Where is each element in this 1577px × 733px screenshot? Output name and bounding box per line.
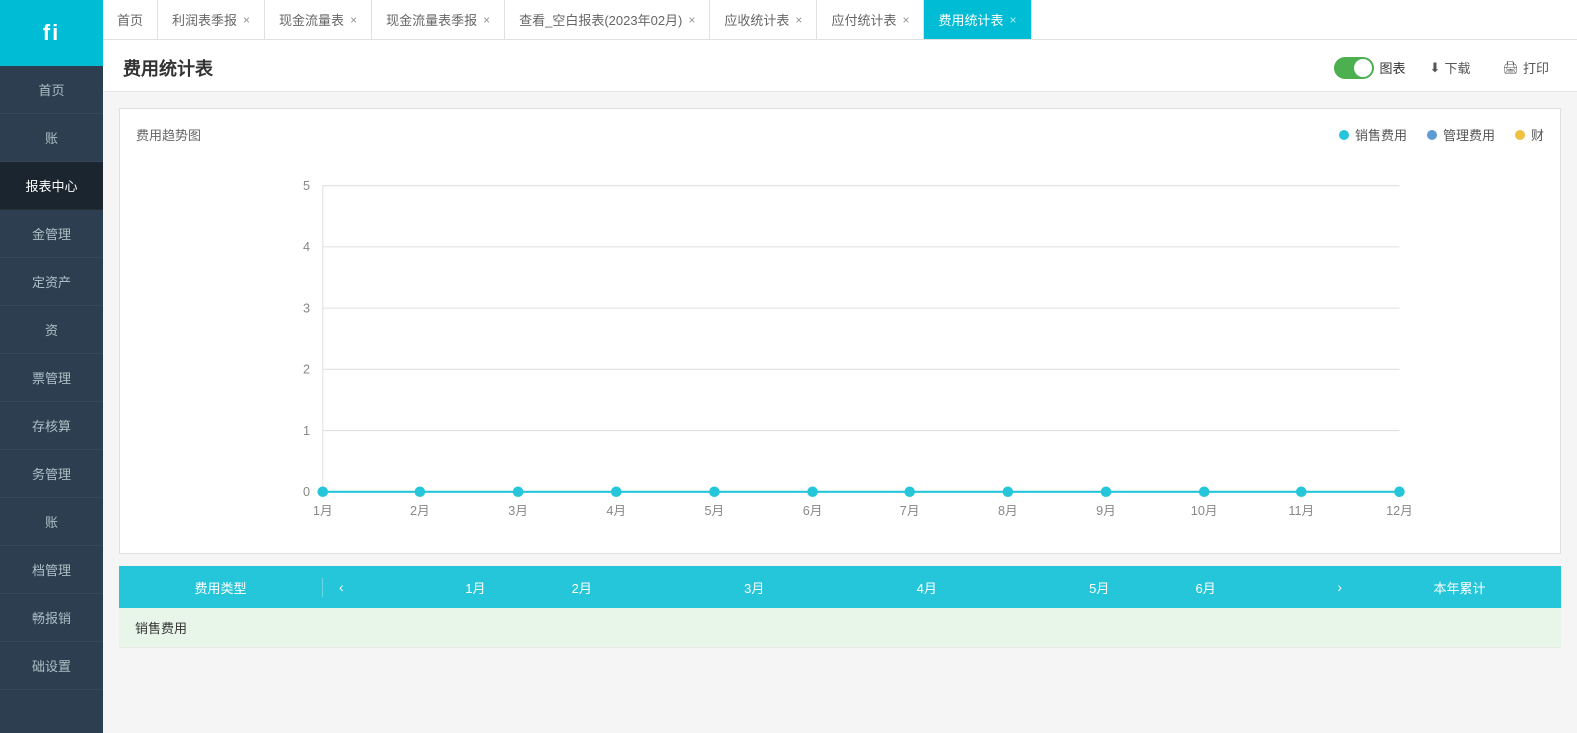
tab-close-receivable[interactable]: × (795, 13, 802, 27)
print-button[interactable]: 🖨 打印 (1494, 54, 1557, 81)
sidebar-item-home[interactable]: 首页 (0, 66, 103, 114)
sidebar-item-investment[interactable]: 资 (0, 306, 103, 354)
th-m1: ‹ 1月 (323, 578, 496, 597)
svg-text:3月: 3月 (508, 504, 528, 518)
svg-text:2: 2 (303, 363, 310, 377)
chart-toggle[interactable]: 图表 (1334, 57, 1406, 79)
content-area: 费用趋势图 销售费用 管理费用 财 (103, 92, 1577, 733)
tab-receivable[interactable]: 应收统计表 × (710, 0, 817, 40)
th-ytd: 本年累计 (1358, 578, 1561, 597)
sidebar: fi 首页 账 报表中心 金管理 定资产 资 票管理 存核算 务管理 账 档管理… (0, 0, 103, 733)
svg-text:7月: 7月 (900, 504, 920, 518)
sidebar-item-inventory[interactable]: 存核算 (0, 402, 103, 450)
sidebar-item-fixed-assets[interactable]: 定资产 (0, 258, 103, 306)
table-row: 销售费用 (119, 608, 1561, 648)
th-m5: 5月 (1013, 578, 1186, 597)
sidebar-item-service[interactable]: 务管理 (0, 450, 103, 498)
tab-close-payable[interactable]: × (902, 13, 909, 27)
legend-label-admin: 管理费用 (1443, 125, 1495, 144)
sidebar-item-fund[interactable]: 金管理 (0, 210, 103, 258)
svg-text:11月: 11月 (1288, 504, 1314, 518)
toggle-label: 图表 (1380, 58, 1406, 77)
tab-close-cashflow[interactable]: × (350, 13, 357, 27)
sidebar-item-reconcile[interactable]: 账 (0, 498, 103, 546)
svg-text:4: 4 (303, 240, 310, 254)
chart-header: 费用趋势图 销售费用 管理费用 财 (136, 125, 1544, 144)
tab-payable[interactable]: 应付统计表 × (817, 0, 924, 40)
download-button[interactable]: ⬇ 下载 (1422, 54, 1479, 81)
tab-cashflow[interactable]: 现金流量表 × (265, 0, 372, 40)
svg-text:2月: 2月 (410, 504, 430, 518)
svg-text:3: 3 (303, 301, 310, 315)
sidebar-item-archive[interactable]: 档管理 (0, 546, 103, 594)
svg-text:5月: 5月 (705, 504, 725, 518)
toggle-track[interactable] (1334, 57, 1374, 79)
table-header: 费用类型 ‹ 1月 2月 3月 4月 5月 6月 › 本年累计 (119, 566, 1561, 608)
chart-legend: 销售费用 管理费用 财 (1339, 125, 1544, 144)
svg-text:10月: 10月 (1191, 504, 1218, 518)
td-type: 销售费用 (119, 618, 327, 637)
legend-admin: 管理费用 (1427, 125, 1495, 144)
chart-wrapper: 5 4 3 2 1 0 (136, 154, 1544, 537)
svg-text:8月: 8月 (998, 504, 1018, 518)
th-m2: 2月 (496, 578, 669, 597)
legend-finance: 财 (1515, 125, 1544, 144)
legend-sales: 销售费用 (1339, 125, 1407, 144)
legend-dot-admin (1427, 130, 1437, 140)
legend-dot-sales (1339, 130, 1349, 140)
sidebar-item-settings[interactable]: 础设置 (0, 642, 103, 690)
svg-text:1: 1 (303, 424, 310, 438)
th-type: 费用类型 (119, 578, 323, 597)
svg-text:0: 0 (303, 485, 310, 499)
page-title: 费用统计表 (123, 55, 213, 81)
th-m6: 6月 › (1186, 578, 1359, 597)
toggle-thumb (1354, 59, 1372, 77)
tab-close-expense-stats[interactable]: × (1009, 13, 1016, 27)
tab-bar: 首页 利润表季报 × 现金流量表 × 现金流量表季报 × 查看_空白报表(202… (103, 0, 1577, 40)
sidebar-item-expense[interactable]: 畅报销 (0, 594, 103, 642)
svg-text:12月: 12月 (1386, 504, 1413, 518)
th-m4: 4月 (841, 578, 1014, 597)
th-m3: 3月 (668, 578, 841, 597)
print-icon: 🖨 (1502, 60, 1519, 76)
next-month-arrow[interactable]: › (1331, 579, 1348, 595)
svg-text:5: 5 (303, 179, 310, 193)
legend-label-sales: 销售费用 (1355, 125, 1407, 144)
sidebar-item-report-center[interactable]: 报表中心 (0, 162, 103, 210)
line-chart: 5 4 3 2 1 0 (136, 154, 1544, 534)
legend-label-finance: 财 (1531, 125, 1544, 144)
sidebar-item-invoice[interactable]: 票管理 (0, 354, 103, 402)
tab-close-blank-report[interactable]: × (688, 13, 695, 27)
tab-expense-stats[interactable]: 费用统计表 × (924, 0, 1031, 40)
tab-cashflow-quarterly[interactable]: 现金流量表季报 × (372, 0, 505, 40)
main-area: 首页 利润表季报 × 现金流量表 × 现金流量表季报 × 查看_空白报表(202… (103, 0, 1577, 733)
tab-close-profit-quarterly[interactable]: × (243, 13, 250, 27)
chart-title: 费用趋势图 (136, 125, 201, 144)
tab-home[interactable]: 首页 (103, 0, 158, 40)
svg-text:1月: 1月 (313, 504, 333, 518)
header-actions: 图表 ⬇ 下载 🖨 打印 (1334, 54, 1557, 81)
svg-text:4月: 4月 (606, 504, 626, 518)
app-logo: fi (0, 0, 103, 66)
tab-close-cashflow-quarterly[interactable]: × (483, 13, 490, 27)
chart-section: 费用趋势图 销售费用 管理费用 财 (119, 108, 1561, 554)
tab-blank-report[interactable]: 查看_空白报表(2023年02月) × (505, 0, 710, 40)
expense-table: 费用类型 ‹ 1月 2月 3月 4月 5月 6月 › 本年累计 (119, 566, 1561, 648)
prev-month-arrow[interactable]: ‹ (333, 579, 350, 595)
tab-profit-quarterly[interactable]: 利润表季报 × (158, 0, 265, 40)
svg-text:6月: 6月 (803, 504, 823, 518)
legend-dot-finance (1515, 130, 1525, 140)
sidebar-item-account[interactable]: 账 (0, 114, 103, 162)
download-icon: ⬇ (1430, 60, 1441, 76)
svg-text:9月: 9月 (1096, 504, 1116, 518)
page-header: 费用统计表 图表 ⬇ 下载 🖨 打印 (103, 40, 1577, 92)
